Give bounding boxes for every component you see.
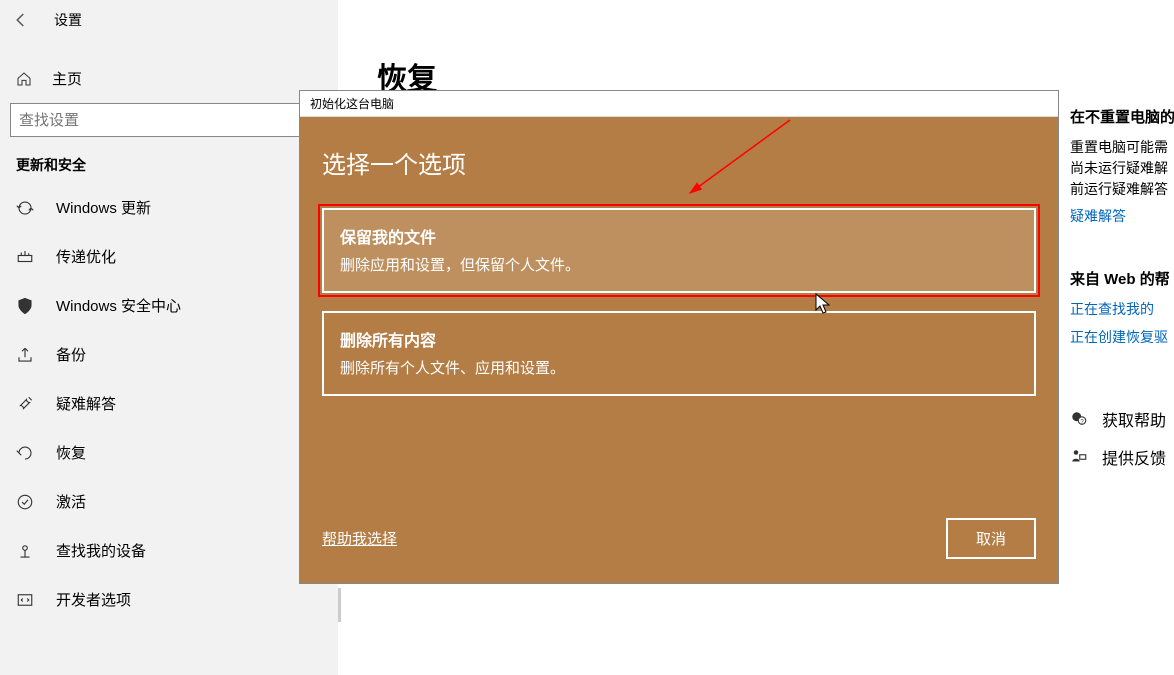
back-icon[interactable]: [12, 11, 30, 29]
nav-troubleshoot[interactable]: 疑难解答: [0, 379, 338, 428]
dialog-heading: 选择一个选项: [322, 145, 1036, 180]
recovery-icon: [16, 444, 34, 462]
header-row: 设置: [0, 0, 338, 40]
option-desc: 删除应用和设置，但保留个人文件。: [340, 254, 1018, 275]
get-help-link[interactable]: ? 获取帮助: [1070, 407, 1174, 431]
web-help-link-1[interactable]: 正在查找我的: [1070, 299, 1174, 319]
cancel-button[interactable]: 取消: [946, 518, 1036, 559]
category-title: 更新和安全: [0, 137, 338, 183]
sidebar: 设置 主页 更新和安全 Windows 更新 传递优化 Windows 安全中心…: [0, 0, 338, 675]
troubleshoot-link[interactable]: 疑难解答: [1070, 206, 1174, 226]
nav-label: 查找我的设备: [56, 540, 146, 561]
nav-label: 疑难解答: [56, 393, 116, 414]
home-label: 主页: [52, 68, 82, 89]
feedback-icon: [1070, 448, 1088, 466]
option-remove-everything[interactable]: 删除所有内容 删除所有个人文件、应用和设置。: [322, 311, 1036, 396]
search-input[interactable]: [19, 112, 303, 129]
nav-developer[interactable]: 开发者选项: [0, 575, 338, 624]
developer-icon: [16, 591, 34, 609]
help-icon: ?: [1070, 410, 1088, 428]
right-heading-2: 来自 Web 的帮: [1070, 268, 1174, 289]
right-text: 尚未运行疑难解: [1070, 158, 1174, 179]
help-me-choose-link[interactable]: 帮助我选择: [322, 528, 397, 549]
nav-label: 开发者选项: [56, 589, 131, 610]
search-input-container[interactable]: [10, 103, 328, 137]
nav-windows-update[interactable]: Windows 更新: [0, 183, 338, 232]
sync-icon: [16, 199, 34, 217]
nav-label: Windows 更新: [56, 197, 151, 218]
dialog-titlebar: 初始化这台电脑: [300, 91, 1058, 117]
wrench-icon: [16, 395, 34, 413]
nav-label: 传递优化: [56, 246, 116, 267]
dialog-title: 初始化这台电脑: [310, 95, 394, 112]
nav-windows-security[interactable]: Windows 安全中心: [0, 281, 338, 330]
option-keep-files[interactable]: 保留我的文件 删除应用和设置，但保留个人文件。: [322, 208, 1036, 293]
nav-label: 备份: [56, 344, 86, 365]
scrollbar-indicator[interactable]: [338, 588, 341, 622]
right-column: 在不重置电脑的 重置电脑可能需 尚未运行疑难解 前运行疑难解答 疑难解答 来自 …: [1070, 106, 1174, 469]
nav-delivery-optimization[interactable]: 传递优化: [0, 232, 338, 281]
nav-label: 激活: [56, 491, 86, 512]
nav-activation[interactable]: 激活: [0, 477, 338, 526]
nav-recovery[interactable]: 恢复: [0, 428, 338, 477]
right-heading-1: 在不重置电脑的: [1070, 106, 1174, 127]
app-title: 设置: [54, 10, 82, 30]
option-title: 删除所有内容: [340, 327, 1018, 351]
option-title: 保留我的文件: [340, 224, 1018, 248]
option-desc: 删除所有个人文件、应用和设置。: [340, 357, 1018, 378]
feedback-link[interactable]: 提供反馈: [1070, 445, 1174, 469]
right-text: 重置电脑可能需: [1070, 137, 1174, 158]
optimization-icon: [16, 248, 34, 266]
feedback-label: 提供反馈: [1102, 445, 1166, 469]
location-icon: [16, 542, 34, 560]
backup-icon: [16, 346, 34, 364]
home-icon: [16, 71, 32, 87]
home-button[interactable]: 主页: [0, 58, 338, 103]
nav-backup[interactable]: 备份: [0, 330, 338, 379]
reset-pc-dialog: 初始化这台电脑 选择一个选项 保留我的文件 删除应用和设置，但保留个人文件。 删…: [299, 90, 1059, 584]
dialog-body: 选择一个选项 保留我的文件 删除应用和设置，但保留个人文件。 删除所有内容 删除…: [300, 117, 1058, 583]
nav-find-my-device[interactable]: 查找我的设备: [0, 526, 338, 575]
check-icon: [16, 493, 34, 511]
dialog-footer: 帮助我选择 取消: [322, 518, 1036, 559]
web-help-link-2[interactable]: 正在创建恢复驱: [1070, 327, 1174, 347]
nav-label: 恢复: [56, 442, 86, 463]
get-help-label: 获取帮助: [1102, 407, 1166, 431]
shield-icon: [16, 297, 34, 315]
right-text: 前运行疑难解答: [1070, 179, 1174, 200]
nav-label: Windows 安全中心: [56, 295, 181, 316]
